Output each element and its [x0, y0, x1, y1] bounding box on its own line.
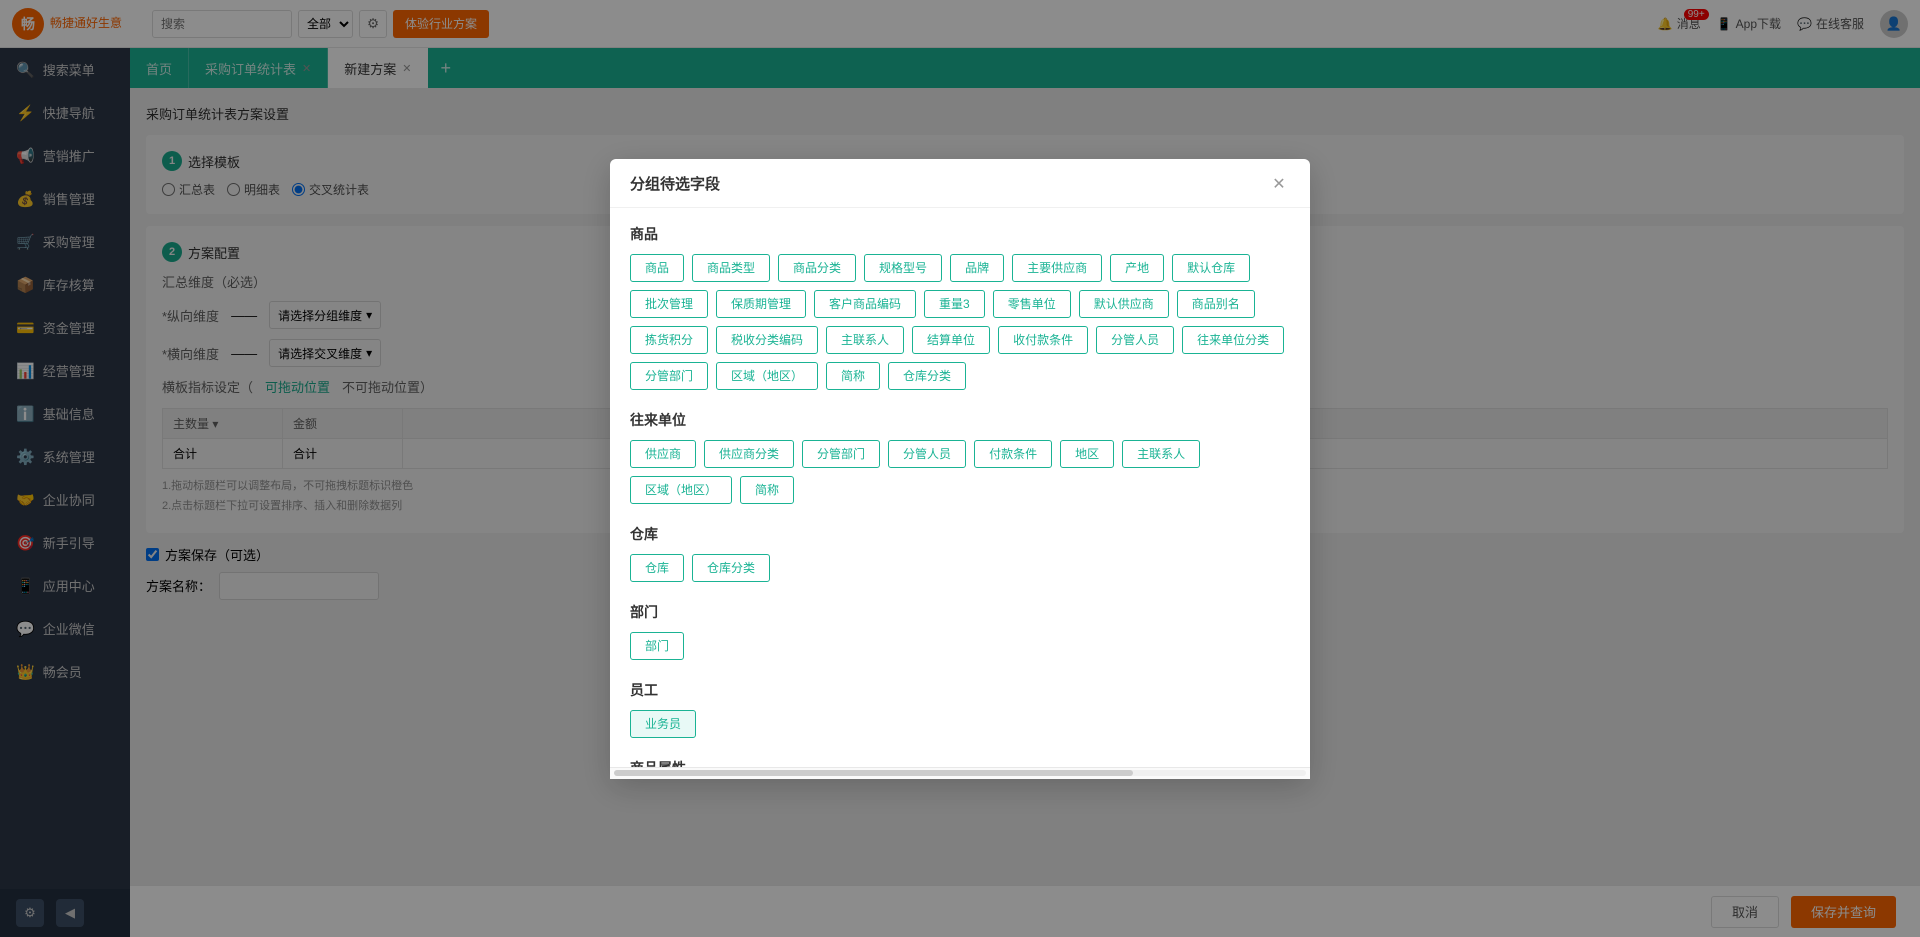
field-retail-unit[interactable]: 零售单位	[993, 290, 1071, 318]
section-warehouse-title: 仓库	[630, 524, 1290, 544]
field-settlement-unit[interactable]: 结算单位	[912, 326, 990, 354]
field-district[interactable]: 地区	[1060, 440, 1114, 468]
product-fields: 商品 商品类型 商品分类 规格型号 品牌 主要供应商 产地 默认仓库 批次管理 …	[630, 254, 1290, 390]
section-dept-title: 部门	[630, 602, 1290, 622]
modal-title: 分组待选字段	[630, 173, 720, 194]
field-warehouse-category[interactable]: 仓库分类	[888, 362, 966, 390]
field-product-type[interactable]: 商品类型	[692, 254, 770, 282]
field-tax-code[interactable]: 税收分类编码	[716, 326, 818, 354]
section-warehouse: 仓库 仓库 仓库分类	[630, 524, 1290, 582]
section-employee: 员工 业务员	[630, 680, 1290, 738]
modal-close-button[interactable]: ✕	[1268, 173, 1290, 195]
field-shelf-life[interactable]: 保质期管理	[716, 290, 806, 318]
section-product-attrs: 商品属性 属性 颜色 多规格 尺码 鞋码 1	[630, 758, 1290, 768]
field-partner-person[interactable]: 分管人员	[888, 440, 966, 468]
modal-dialog: 分组待选字段 ✕ 商品 商品 商品类型 商品分类 规格型号 品牌 主要供应商 产…	[610, 159, 1310, 779]
modal-header: 分组待选字段 ✕	[610, 159, 1310, 208]
partner-fields: 供应商 供应商分类 分管部门 分管人员 付款条件 地区 主联系人 区域（地区） …	[630, 440, 1290, 504]
field-supervisor[interactable]: 分管人员	[1096, 326, 1174, 354]
field-customer-code[interactable]: 客户商品编码	[814, 290, 916, 318]
dept-fields: 部门	[630, 632, 1290, 660]
section-employee-title: 员工	[630, 680, 1290, 700]
modal-body[interactable]: 商品 商品 商品类型 商品分类 规格型号 品牌 主要供应商 产地 默认仓库 批次…	[610, 208, 1310, 768]
field-payment-terms[interactable]: 收付款条件	[998, 326, 1088, 354]
field-origin[interactable]: 产地	[1110, 254, 1164, 282]
section-partner-title: 往来单位	[630, 410, 1290, 430]
field-partner-shortname[interactable]: 简称	[740, 476, 794, 504]
modal-overlay: 分组待选字段 ✕ 商品 商品 商品类型 商品分类 规格型号 品牌 主要供应商 产…	[0, 0, 1920, 937]
field-batch-mgmt[interactable]: 批次管理	[630, 290, 708, 318]
field-weight[interactable]: 重量3	[924, 290, 985, 318]
field-supplier-category[interactable]: 供应商分类	[704, 440, 794, 468]
field-spec-model[interactable]: 规格型号	[864, 254, 942, 282]
field-main-supplier[interactable]: 主要供应商	[1012, 254, 1102, 282]
warehouse-fields: 仓库 仓库分类	[630, 554, 1290, 582]
field-partner-region[interactable]: 区域（地区）	[630, 476, 732, 504]
section-product-title: 商品	[630, 224, 1290, 244]
field-warehouse[interactable]: 仓库	[630, 554, 684, 582]
section-attrs-title: 商品属性	[630, 758, 1290, 768]
field-partner-dept[interactable]: 分管部门	[802, 440, 880, 468]
field-pick-points[interactable]: 拣货积分	[630, 326, 708, 354]
field-brand[interactable]: 品牌	[950, 254, 1004, 282]
field-dept[interactable]: 分管部门	[630, 362, 708, 390]
field-default-supplier[interactable]: 默认供应商	[1079, 290, 1169, 318]
field-default-warehouse[interactable]: 默认仓库	[1172, 254, 1250, 282]
field-product-alias[interactable]: 商品别名	[1177, 290, 1255, 318]
section-department: 部门 部门	[630, 602, 1290, 660]
field-region[interactable]: 区域（地区）	[716, 362, 818, 390]
field-pay-terms[interactable]: 付款条件	[974, 440, 1052, 468]
section-partner: 往来单位 供应商 供应商分类 分管部门 分管人员 付款条件 地区 主联系人 区域…	[630, 410, 1290, 504]
field-partner-category[interactable]: 往来单位分类	[1182, 326, 1284, 354]
employee-fields: 业务员	[630, 710, 1290, 738]
field-main-contact[interactable]: 主联系人	[826, 326, 904, 354]
field-salesperson[interactable]: 业务员	[630, 710, 696, 738]
modal-hscroll[interactable]	[610, 767, 1310, 778]
field-wh-category[interactable]: 仓库分类	[692, 554, 770, 582]
section-product: 商品 商品 商品类型 商品分类 规格型号 品牌 主要供应商 产地 默认仓库 批次…	[630, 224, 1290, 390]
field-product-category[interactable]: 商品分类	[778, 254, 856, 282]
field-partner-contact[interactable]: 主联系人	[1122, 440, 1200, 468]
field-department[interactable]: 部门	[630, 632, 684, 660]
field-supplier[interactable]: 供应商	[630, 440, 696, 468]
field-short-name[interactable]: 简称	[826, 362, 880, 390]
field-product[interactable]: 商品	[630, 254, 684, 282]
